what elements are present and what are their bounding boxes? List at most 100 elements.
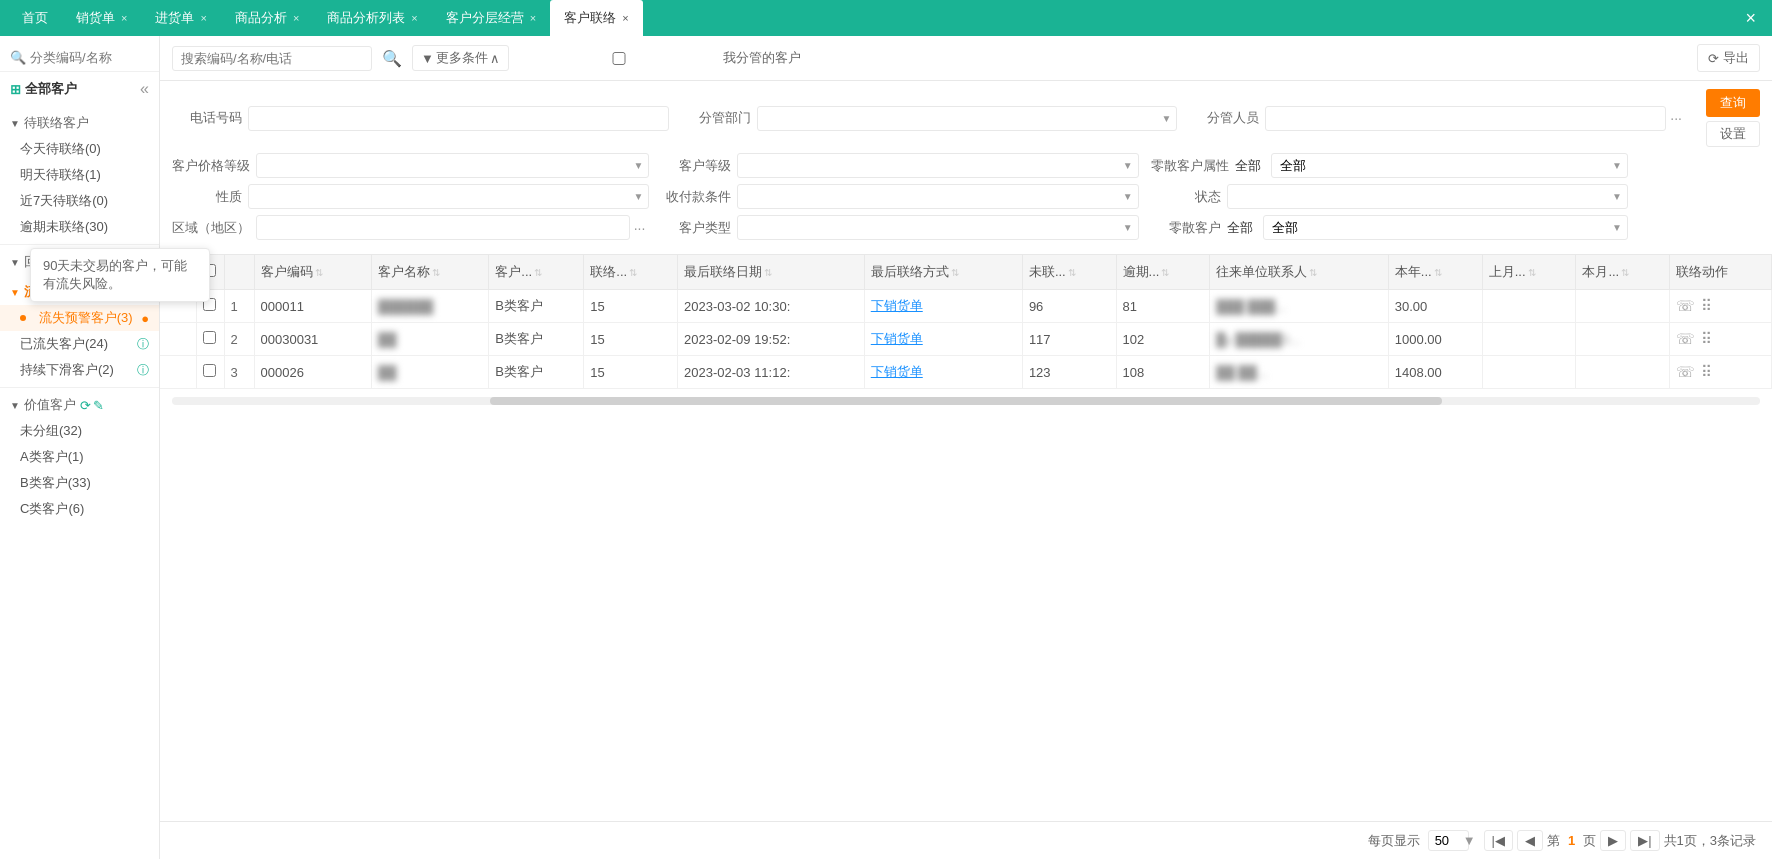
- close-customer-segment-tab[interactable]: ×: [530, 12, 536, 24]
- filter-price-level-select[interactable]: [256, 153, 649, 178]
- action-contact-icon-2[interactable]: ☏: [1676, 363, 1695, 381]
- th-name[interactable]: 客户名称 ⇅: [371, 255, 488, 290]
- th-this-month-label: 本月...: [1582, 263, 1619, 281]
- sidebar: 🔍 ⊞ 全部客户 « ▼ 待联络客户 今天待联络(0) 明天待联络(1) 近7天…: [0, 36, 160, 859]
- sidebar-all-customers-header[interactable]: ⊞ 全部客户 «: [0, 72, 159, 106]
- cell-overdue-1: 102: [1116, 323, 1210, 356]
- first-page-button[interactable]: |◀: [1484, 830, 1513, 851]
- sidebar-item-7days-pending[interactable]: 近7天待联络(0): [0, 188, 159, 214]
- row-checkbox-1[interactable]: [203, 331, 216, 344]
- filter-customer-level-select[interactable]: [737, 153, 1138, 178]
- sidebar-item-today-pending[interactable]: 今天待联络(0): [0, 136, 159, 162]
- my-customers-check[interactable]: [519, 52, 719, 65]
- nav-purchase[interactable]: 进货单 ×: [141, 0, 220, 36]
- last-page-button[interactable]: ▶|: [1630, 830, 1659, 851]
- filter-person-more[interactable]: ···: [1666, 110, 1686, 126]
- th-this-year[interactable]: 本年... ⇅: [1388, 255, 1482, 290]
- my-customers-checkbox[interactable]: 我分管的客户: [519, 49, 801, 67]
- filter-dept-select[interactable]: [757, 106, 1178, 131]
- filter-retail-attr-select[interactable]: 全部: [1271, 153, 1628, 178]
- sidebar-group-value-title[interactable]: ▼ 价值客户 ⟳ ✎: [0, 392, 159, 418]
- sidebar-item-already-churn[interactable]: 已流失客户(24) ⓘ: [0, 331, 159, 357]
- close-product-analysis-tab[interactable]: ×: [293, 12, 299, 24]
- th-last-month[interactable]: 上月... ⇅: [1482, 255, 1576, 290]
- cell-last-method-0[interactable]: 下销货单: [864, 290, 1022, 323]
- nav-home[interactable]: 首页: [8, 0, 62, 36]
- sidebar-item-declining[interactable]: 持续下滑客户(2) ⓘ: [0, 357, 159, 383]
- action-more-icon-0[interactable]: ⠿: [1701, 297, 1712, 315]
- filter-retail-customer-select[interactable]: 全部: [1263, 215, 1628, 240]
- close-product-list-tab[interactable]: ×: [411, 12, 417, 24]
- filter-settings-button[interactable]: 设置: [1706, 121, 1760, 147]
- table-wrap: ⚙ 客户编码 ⇅: [160, 255, 1772, 821]
- th-this-month[interactable]: 本月... ⇅: [1576, 255, 1670, 290]
- th-not-contacted[interactable]: 未联... ⇅: [1022, 255, 1116, 290]
- th-overdue[interactable]: 逾期... ⇅: [1116, 255, 1210, 290]
- filter-phone-input[interactable]: [248, 106, 669, 131]
- nav-customer-contact[interactable]: 客户联络 ×: [550, 0, 642, 36]
- action-more-icon-2[interactable]: ⠿: [1701, 363, 1712, 381]
- search-button[interactable]: 🔍: [382, 49, 402, 68]
- churn-arrow-icon: ▼: [10, 287, 20, 298]
- filter-person-input[interactable]: [1265, 106, 1666, 131]
- action-contact-icon-1[interactable]: ☏: [1676, 330, 1695, 348]
- scroll-bar-area: [160, 389, 1772, 413]
- nav-product-list[interactable]: 商品分析列表 ×: [313, 0, 431, 36]
- filter-status-select[interactable]: [1227, 184, 1628, 209]
- chevron-down-icon: ∧: [490, 51, 500, 66]
- cell-last-method-1[interactable]: 下销货单: [864, 323, 1022, 356]
- close-customer-contact-tab[interactable]: ×: [622, 12, 628, 24]
- sidebar-collapse-btn[interactable]: «: [140, 80, 149, 98]
- filter-retail-customer: 零散客户 全部 全部 ▼: [1151, 215, 1628, 240]
- more-conditions-button[interactable]: ▼ 更多条件 ∧: [412, 45, 509, 71]
- cell-contacts-0: 15: [584, 290, 678, 323]
- th-unit-contact[interactable]: 往来单位联系人 ⇅: [1210, 255, 1389, 290]
- value-edit-icon[interactable]: ✎: [93, 398, 104, 413]
- sidebar-item-class-b[interactable]: B类客户(33): [0, 470, 159, 496]
- filter-nature-select[interactable]: [248, 184, 649, 209]
- sidebar-item-tomorrow-pending[interactable]: 明天待联络(1): [0, 162, 159, 188]
- prev-page-button[interactable]: ◀: [1517, 830, 1543, 851]
- query-button[interactable]: 查询: [1706, 89, 1760, 117]
- active-dot: [20, 315, 26, 321]
- sidebar-search-icon: 🔍: [10, 50, 26, 65]
- close-sales-tab[interactable]: ×: [121, 12, 127, 24]
- cell-not-contacted-1: 117: [1022, 323, 1116, 356]
- th-last-method[interactable]: 最后联络方式 ⇅: [864, 255, 1022, 290]
- th-type[interactable]: 客户... ⇅: [489, 255, 584, 290]
- th-code[interactable]: 客户编码 ⇅: [254, 255, 371, 290]
- close-purchase-tab[interactable]: ×: [200, 12, 206, 24]
- page-unit: 页: [1583, 832, 1596, 850]
- sidebar-item-class-c[interactable]: C类客户(6): [0, 496, 159, 522]
- nav-sales[interactable]: 销货单 ×: [62, 0, 141, 36]
- filter-customer-type-select[interactable]: [737, 215, 1138, 240]
- filter-region-more[interactable]: ···: [630, 220, 650, 236]
- sidebar-item-class-a[interactable]: A类客户(1): [0, 444, 159, 470]
- th-last-date[interactable]: 最后联络日期 ⇅: [678, 255, 865, 290]
- sidebar-group-pending-title[interactable]: ▼ 待联络客户: [0, 110, 159, 136]
- close-all-tabs[interactable]: ×: [1737, 8, 1764, 29]
- filter-region-input[interactable]: [256, 215, 630, 240]
- table-header-row: ⚙ 客户编码 ⇅: [160, 255, 1772, 290]
- filter-payment-select[interactable]: [737, 184, 1138, 209]
- th-contacts[interactable]: 联络... ⇅: [584, 255, 678, 290]
- row-checkbox-2[interactable]: [203, 364, 216, 377]
- sidebar-item-overdue-pending[interactable]: 逾期未联络(30): [0, 214, 159, 240]
- value-refresh-icon[interactable]: ⟳: [80, 398, 91, 413]
- cell-last-method-2[interactable]: 下销货单: [864, 356, 1022, 389]
- nav-product-analysis[interactable]: 商品分析 ×: [221, 0, 313, 36]
- sidebar-search-input[interactable]: [30, 50, 149, 65]
- cell-last-date-1: 2023-02-09 19:52:: [678, 323, 865, 356]
- search-input[interactable]: [172, 46, 372, 71]
- next-page-button[interactable]: ▶: [1600, 830, 1626, 851]
- cell-unit-contact-2: ██ ██...: [1210, 356, 1389, 389]
- export-button[interactable]: ⟳ 导出: [1697, 44, 1760, 72]
- action-more-icon-1[interactable]: ⠿: [1701, 330, 1712, 348]
- nav-customer-segment[interactable]: 客户分层经营 ×: [432, 0, 550, 36]
- action-contact-icon-0[interactable]: ☏: [1676, 297, 1695, 315]
- filter-retail-customer-wrap: 全部 ▼: [1263, 215, 1628, 240]
- filter-person-wrap: ···: [1265, 106, 1686, 131]
- sidebar-item-ungrouped[interactable]: 未分组(32): [0, 418, 159, 444]
- sidebar-item-churn-warning[interactable]: 流失预警客户(3) ●: [0, 305, 159, 331]
- horizontal-scrollbar[interactable]: [172, 397, 1760, 405]
